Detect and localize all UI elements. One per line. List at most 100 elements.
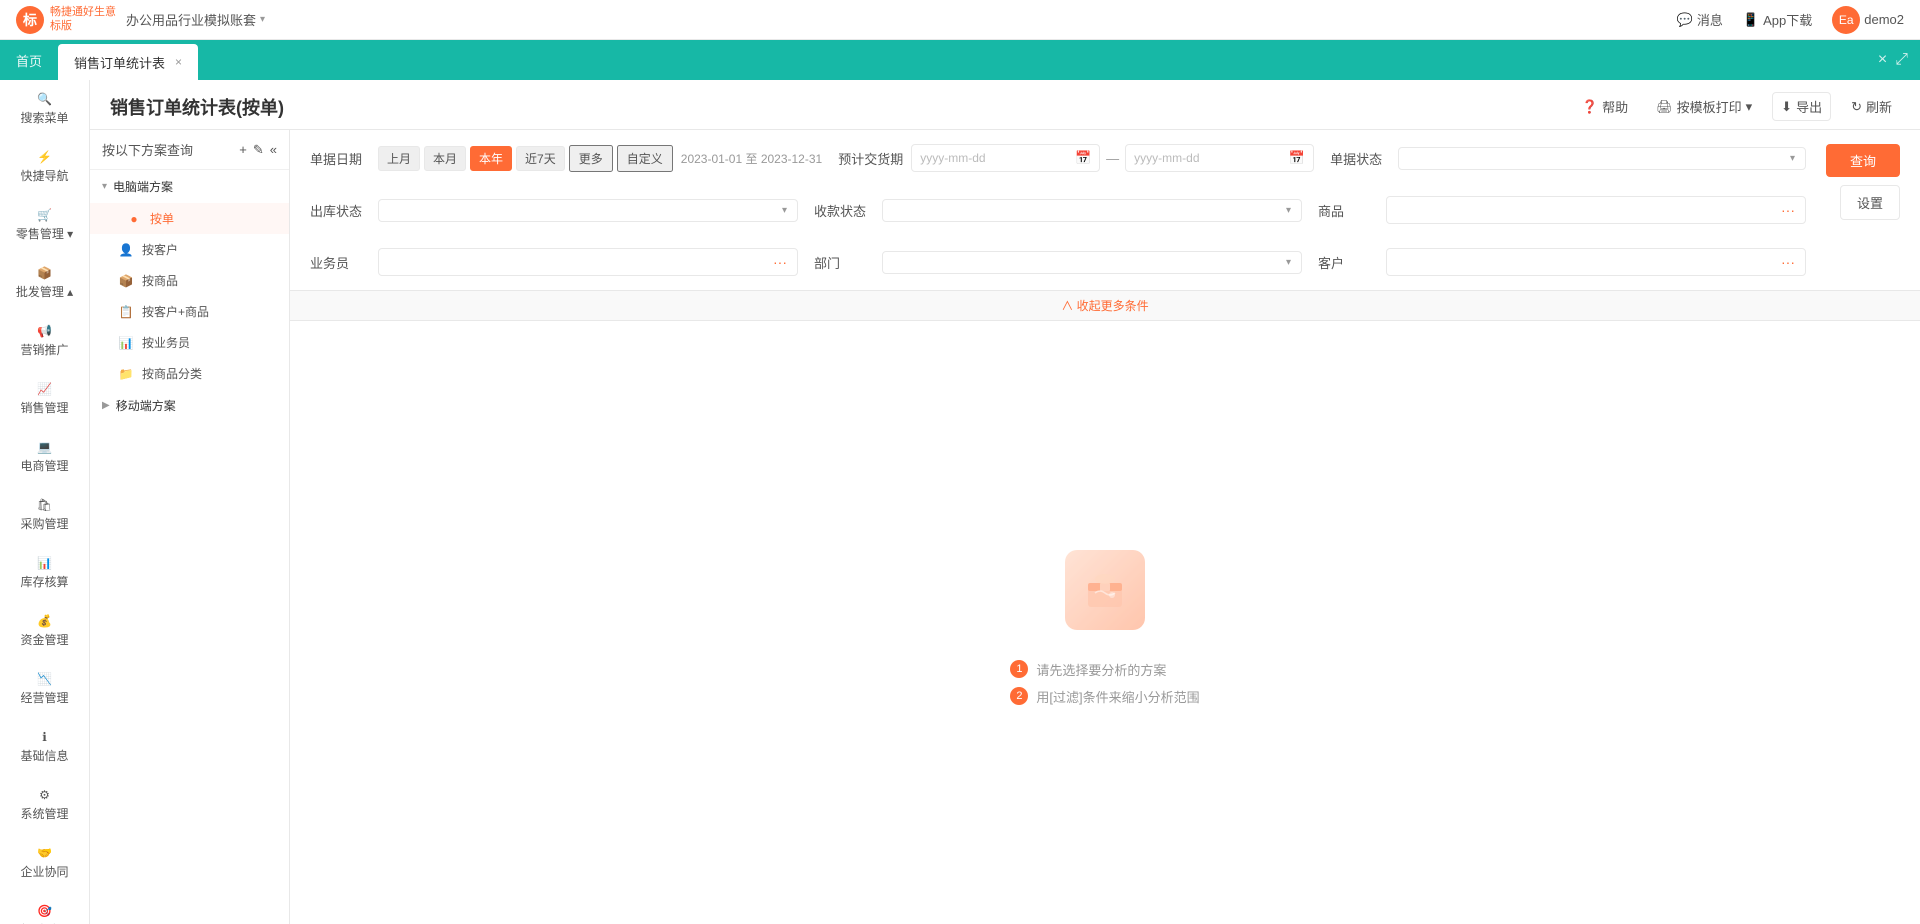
sidebar-label-retail: 零售管理 ▾	[16, 225, 73, 242]
print-icon: 🖨	[1656, 99, 1673, 115]
sidebar-item-purchase[interactable]: 🛍 采购管理	[0, 486, 89, 544]
bill-status-select[interactable]: ▾	[1398, 147, 1806, 170]
export-button[interactable]: ⬇ 导出	[1772, 92, 1831, 121]
biz-label: 办公用品行业模拟账套	[126, 10, 256, 29]
scheme-by-category[interactable]: 📁 按商品分类	[90, 358, 289, 389]
sidebar-item-basic[interactable]: ℹ 基础信息	[0, 718, 89, 776]
tab-sales-stat[interactable]: 销售订单统计表 ×	[58, 44, 198, 80]
payment-status-select[interactable]: ▾	[882, 199, 1302, 222]
window-expand-icon[interactable]: ⤢	[1895, 51, 1908, 69]
window-close-icon[interactable]: ×	[1878, 51, 1887, 69]
mobile-section-arrow: ▶	[102, 400, 110, 411]
section-title-mobile: 移动端方案	[116, 397, 176, 414]
tip-num-2: 2	[1010, 687, 1028, 705]
sidebar-item-search[interactable]: 🔍 搜索菜单	[0, 80, 89, 138]
empty-tip-1: 1 请先选择要分析的方案	[1010, 660, 1199, 679]
app-download-button[interactable]: 📱 App下载	[1743, 10, 1812, 29]
filter-result-area: 单据日期 上月 本月 本年 近7天 更多 自定义	[290, 130, 1920, 924]
nav-right-actions: × ⤢	[1878, 51, 1920, 69]
scheme-by-order[interactable]: ● 按单	[90, 203, 289, 234]
sidebar-item-finance[interactable]: 💰 资金管理	[0, 602, 89, 660]
purchase-icon: 🛍	[37, 498, 52, 512]
date-btn-last-month[interactable]: 上月	[378, 146, 420, 171]
logo-area: 标 畅捷通好生意 标版	[16, 6, 116, 34]
empty-tip-2: 2 用[过滤]条件来缩小分析范围	[1010, 687, 1199, 706]
user-menu[interactable]: Ea demo2	[1832, 6, 1904, 34]
scheme-by-goods[interactable]: 📦 按商品	[90, 265, 289, 296]
sidebar-item-marketing[interactable]: 📢 营销推广	[0, 312, 89, 370]
scheme-by-customer[interactable]: 👤 按客户	[90, 234, 289, 265]
sub-section-mobile: ▶ 移动端方案	[90, 389, 289, 422]
expected-date-label: 预计交货期	[838, 149, 903, 168]
user-label: demo2	[1864, 12, 1904, 27]
collapse-bar[interactable]: ∧ 收起更多条件	[290, 291, 1920, 321]
date-btn-more[interactable]: 更多	[569, 145, 613, 172]
refresh-button[interactable]: ↻ 刷新	[1843, 93, 1900, 120]
retail-icon: 🛒	[37, 208, 52, 222]
date-btn-7days[interactable]: 近7天	[516, 146, 565, 171]
tip-text-2: 用[过滤]条件来缩小分析范围	[1036, 687, 1199, 706]
add-scheme-button[interactable]: +	[239, 142, 247, 158]
scheme-by-customer-goods[interactable]: 📋 按客户+商品	[90, 296, 289, 327]
goods-input[interactable]: ···	[1386, 196, 1806, 224]
category-icon: 📁	[118, 366, 134, 382]
query-btn-group: 查询 设置	[1826, 144, 1900, 220]
empty-illustration	[1055, 540, 1155, 640]
scheme-by-salesperson[interactable]: 📊 按业务员	[90, 327, 289, 358]
expected-date-start[interactable]: yyyy-mm-dd 📅	[911, 144, 1100, 172]
section-expand-icon: ▾	[102, 181, 107, 192]
help-label: 帮助	[1602, 97, 1628, 116]
sidebar-item-ops[interactable]: 📉 经营管理	[0, 660, 89, 718]
logo-char: 标	[23, 10, 37, 30]
sidebar-item-sales[interactable]: 📈 销售管理	[0, 370, 89, 428]
filter-bill-status: 单据状态 ▾	[1330, 147, 1806, 170]
collapse-sidebar-button[interactable]: «	[270, 142, 277, 158]
sub-section-desktop: ▾ 电脑端方案 ● 按单 👤 按客户 📦	[90, 170, 289, 389]
sidebar-item-system[interactable]: ⚙ 系统管理	[0, 776, 89, 834]
messages-button[interactable]: 💬 消息	[1677, 10, 1723, 29]
query-button[interactable]: 查询	[1826, 144, 1900, 177]
sidebar-item-quick-nav[interactable]: ⚡ 快捷导航	[0, 138, 89, 196]
filter-customer: 客户 ···	[1318, 248, 1806, 276]
print-label: 按模板打印	[1677, 97, 1742, 116]
page-header-actions: ❓ 帮助 🖨 按模板打印 ▾ ⬇ 导出 ↻ 刷新	[1574, 92, 1900, 121]
sidebar-item-retail[interactable]: 🛒 零售管理 ▾	[0, 196, 89, 254]
sidebar-label-system: 系统管理	[20, 805, 68, 822]
biz-selector[interactable]: 办公用品行业模拟账套 ▾	[126, 10, 265, 29]
date-btn-this-year[interactable]: 本年	[470, 146, 512, 171]
sidebar-item-guide[interactable]: 🎯 新手引导	[0, 892, 89, 924]
calendar-icon-end: 📅	[1289, 150, 1305, 166]
date-btn-custom[interactable]: 自定义	[617, 145, 673, 172]
filter-row-3: 业务员 ··· 部门 ▾	[310, 248, 1806, 276]
page-title: 销售订单统计表(按单)	[110, 94, 284, 120]
print-button[interactable]: 🖨 按模板打印 ▾	[1648, 93, 1760, 120]
sidebar-item-wholesale[interactable]: 📦 批发管理 ▴	[0, 254, 89, 312]
sidebar-label-finance: 资金管理	[20, 631, 68, 648]
sidebar-item-collab[interactable]: 🤝 企业协同	[0, 834, 89, 892]
expected-date-end[interactable]: yyyy-mm-dd 📅	[1125, 144, 1314, 172]
scheme-label-order: 按单	[150, 210, 174, 227]
sidebar-label-wholesale: 批发管理 ▴	[16, 283, 73, 300]
sub-section-mobile-header[interactable]: ▶ 移动端方案	[90, 389, 289, 422]
box-svg	[1080, 565, 1130, 615]
sub-section-desktop-header[interactable]: ▾ 电脑端方案	[90, 170, 289, 203]
customer-label: 客户	[1318, 253, 1378, 272]
customer-input[interactable]: ···	[1386, 248, 1806, 276]
edit-scheme-button[interactable]: ✎	[253, 142, 264, 158]
department-select[interactable]: ▾	[882, 251, 1302, 274]
scheme-label-customer: 按客户	[142, 241, 178, 258]
sidebar-label-ops: 经营管理	[20, 689, 68, 706]
tab-close-icon[interactable]: ×	[175, 55, 182, 69]
sidebar-label-collab: 企业协同	[20, 863, 68, 880]
help-button[interactable]: ❓ 帮助	[1574, 93, 1636, 120]
ship-status-select[interactable]: ▾	[378, 199, 798, 222]
tab-home[interactable]: 首页	[0, 51, 58, 70]
salesperson-input[interactable]: ···	[378, 248, 798, 276]
sidebar-label-search: 搜索菜单	[20, 109, 68, 126]
sidebar-item-ecom[interactable]: 💻 电商管理	[0, 428, 89, 486]
nav-tabs: 首页 销售订单统计表 × × ⤢	[0, 40, 1920, 80]
date-btn-this-month[interactable]: 本月	[424, 146, 466, 171]
filter-row-wrapper: 单据日期 上月 本月 本年 近7天 更多 自定义	[310, 144, 1900, 276]
sidebar-item-inventory[interactable]: 📊 库存核算	[0, 544, 89, 602]
settings-button[interactable]: 设置	[1840, 185, 1900, 220]
